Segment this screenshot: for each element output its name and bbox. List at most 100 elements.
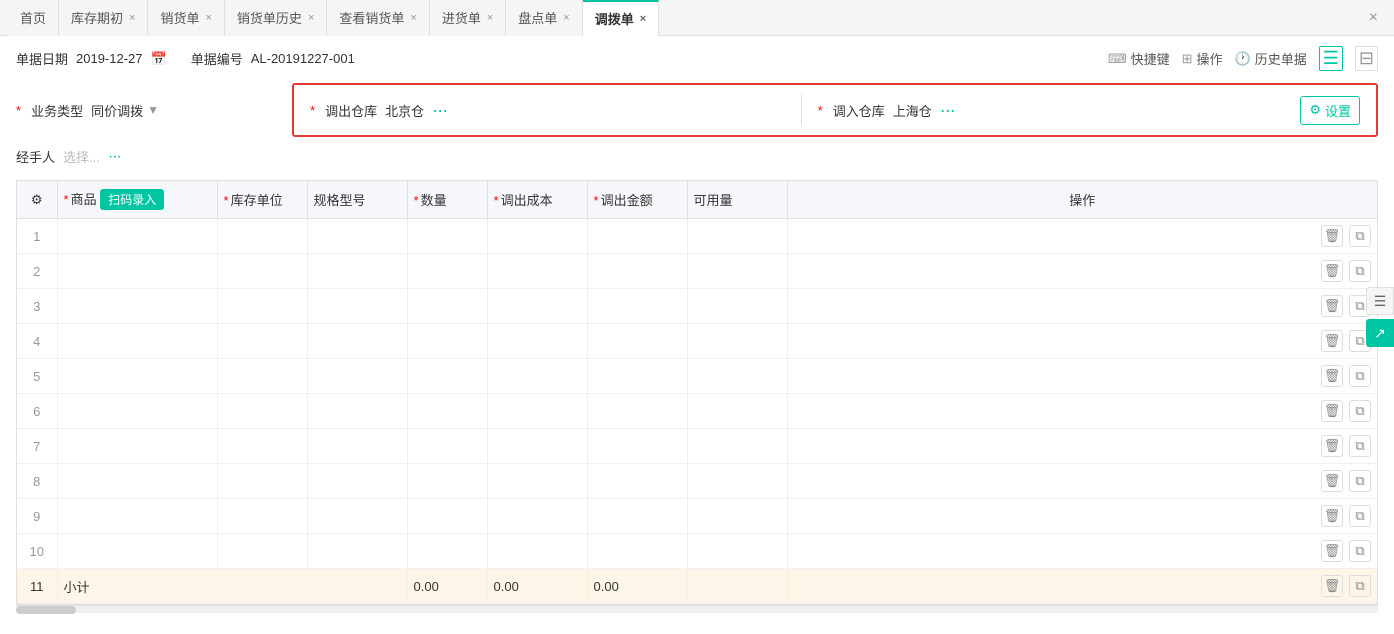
row-10-spec[interactable] [307, 534, 407, 569]
tab-close-sales-history[interactable]: × [308, 12, 314, 24]
tab-close-sales-order[interactable]: × [205, 12, 211, 24]
tab-sales-order[interactable]: 销货单 × [148, 0, 224, 36]
copy-icon-2[interactable]: ⧉ [1349, 260, 1371, 282]
tab-close-view-sales[interactable]: × [410, 12, 416, 24]
row-10-available[interactable] [687, 534, 787, 569]
row-3-unit[interactable] [217, 289, 307, 324]
row-2-qty[interactable] [407, 254, 487, 289]
delete-icon-6[interactable]: 🗑 [1321, 400, 1343, 422]
action-btn[interactable]: ⊞ 操作 [1182, 49, 1223, 68]
row-4-available[interactable] [687, 324, 787, 359]
row-1-amount[interactable] [587, 219, 687, 254]
row-8-product[interactable] [57, 464, 217, 499]
copy-icon-1[interactable]: ⧉ [1349, 225, 1371, 247]
row-6-spec[interactable] [307, 394, 407, 429]
row-3-product[interactable] [57, 289, 217, 324]
row-9-spec[interactable] [307, 499, 407, 534]
copy-icon-8[interactable]: ⧉ [1349, 470, 1371, 492]
row-10-amount[interactable] [587, 534, 687, 569]
row-9-product[interactable] [57, 499, 217, 534]
row-5-cost[interactable] [487, 359, 587, 394]
row-10-product[interactable] [57, 534, 217, 569]
docno-value[interactable]: AL-20191227-001 [251, 51, 355, 66]
copy-icon-11[interactable]: ⧉ [1349, 575, 1371, 597]
row-8-amount[interactable] [587, 464, 687, 499]
row-9-cost[interactable] [487, 499, 587, 534]
delete-icon-4[interactable]: 🗑 [1321, 330, 1343, 352]
history-btn[interactable]: 🕐 历史单据 [1235, 49, 1307, 68]
handler-more-icon[interactable]: ··· [108, 148, 121, 166]
row-6-cost[interactable] [487, 394, 587, 429]
delete-icon-10[interactable]: 🗑 [1321, 540, 1343, 562]
row-6-available[interactable] [687, 394, 787, 429]
handler-placeholder[interactable]: 选择... [63, 147, 100, 166]
row-6-qty[interactable] [407, 394, 487, 429]
delete-icon-9[interactable]: 🗑 [1321, 505, 1343, 527]
row-8-cost[interactable] [487, 464, 587, 499]
row-2-unit[interactable] [217, 254, 307, 289]
row-5-spec[interactable] [307, 359, 407, 394]
row-2-cost[interactable] [487, 254, 587, 289]
row-1-available[interactable] [687, 219, 787, 254]
row-4-amount[interactable] [587, 324, 687, 359]
row-7-amount[interactable] [587, 429, 687, 464]
row-7-available[interactable] [687, 429, 787, 464]
target-more-icon[interactable]: ··· [940, 100, 955, 121]
row-3-amount[interactable] [587, 289, 687, 324]
row-9-available[interactable] [687, 499, 787, 534]
target-warehouse-value[interactable]: 上海仓 [893, 101, 932, 120]
row-9-unit[interactable] [217, 499, 307, 534]
row-1-qty[interactable] [407, 219, 487, 254]
row-5-amount[interactable] [587, 359, 687, 394]
row-4-qty[interactable] [407, 324, 487, 359]
settings-button[interactable]: ⚙ 设置 [1300, 96, 1360, 125]
tab-close-transfer[interactable]: × [640, 13, 646, 25]
date-value[interactable]: 2019-12-27 [76, 51, 143, 66]
row-5-product[interactable] [57, 359, 217, 394]
row-8-unit[interactable] [217, 464, 307, 499]
row-6-unit[interactable] [217, 394, 307, 429]
row-8-spec[interactable] [307, 464, 407, 499]
copy-icon-7[interactable]: ⧉ [1349, 435, 1371, 457]
scan-button[interactable]: 扫码录入 [100, 189, 164, 210]
row-5-qty[interactable] [407, 359, 487, 394]
tab-close-inventory-init[interactable]: × [129, 12, 135, 24]
row-4-product[interactable] [57, 324, 217, 359]
delete-icon-8[interactable]: 🗑 [1321, 470, 1343, 492]
row-1-product[interactable] [57, 219, 217, 254]
tab-close-inventory-check[interactable]: × [563, 12, 569, 24]
side-list-btn[interactable]: ☰ [1366, 287, 1394, 315]
row-7-cost[interactable] [487, 429, 587, 464]
row-5-available[interactable] [687, 359, 787, 394]
tab-close-purchase[interactable]: × [487, 12, 493, 24]
delete-icon-3[interactable]: 🗑 [1321, 295, 1343, 317]
row-4-spec[interactable] [307, 324, 407, 359]
tab-transfer[interactable]: 调拨单 × [583, 0, 659, 36]
shortcut-btn[interactable]: ⌨ 快捷键 [1108, 49, 1170, 68]
row-5-unit[interactable] [217, 359, 307, 394]
row-1-unit[interactable] [217, 219, 307, 254]
row-2-available[interactable] [687, 254, 787, 289]
row-2-spec[interactable] [307, 254, 407, 289]
copy-icon-10[interactable]: ⧉ [1349, 540, 1371, 562]
row-6-product[interactable] [57, 394, 217, 429]
row-9-amount[interactable] [587, 499, 687, 534]
row-7-spec[interactable] [307, 429, 407, 464]
row-3-spec[interactable] [307, 289, 407, 324]
scrollbar[interactable] [16, 605, 1378, 613]
row-3-cost[interactable] [487, 289, 587, 324]
delete-icon-2[interactable]: 🗑 [1321, 260, 1343, 282]
business-type-select[interactable]: 同价调拨 ▼ [91, 101, 211, 120]
row-3-available[interactable] [687, 289, 787, 324]
calendar-icon[interactable]: 📅 [151, 51, 167, 67]
row-1-spec[interactable] [307, 219, 407, 254]
source-warehouse-value[interactable]: 北京仓 [385, 101, 424, 120]
row-10-qty[interactable] [407, 534, 487, 569]
row-4-cost[interactable] [487, 324, 587, 359]
scrollbar-thumb[interactable] [16, 606, 76, 614]
gear-icon[interactable]: ⚙ [31, 192, 43, 207]
row-10-unit[interactable] [217, 534, 307, 569]
delete-icon-7[interactable]: 🗑 [1321, 435, 1343, 457]
tab-inventory-check[interactable]: 盘点单 × [506, 0, 582, 36]
row-6-amount[interactable] [587, 394, 687, 429]
